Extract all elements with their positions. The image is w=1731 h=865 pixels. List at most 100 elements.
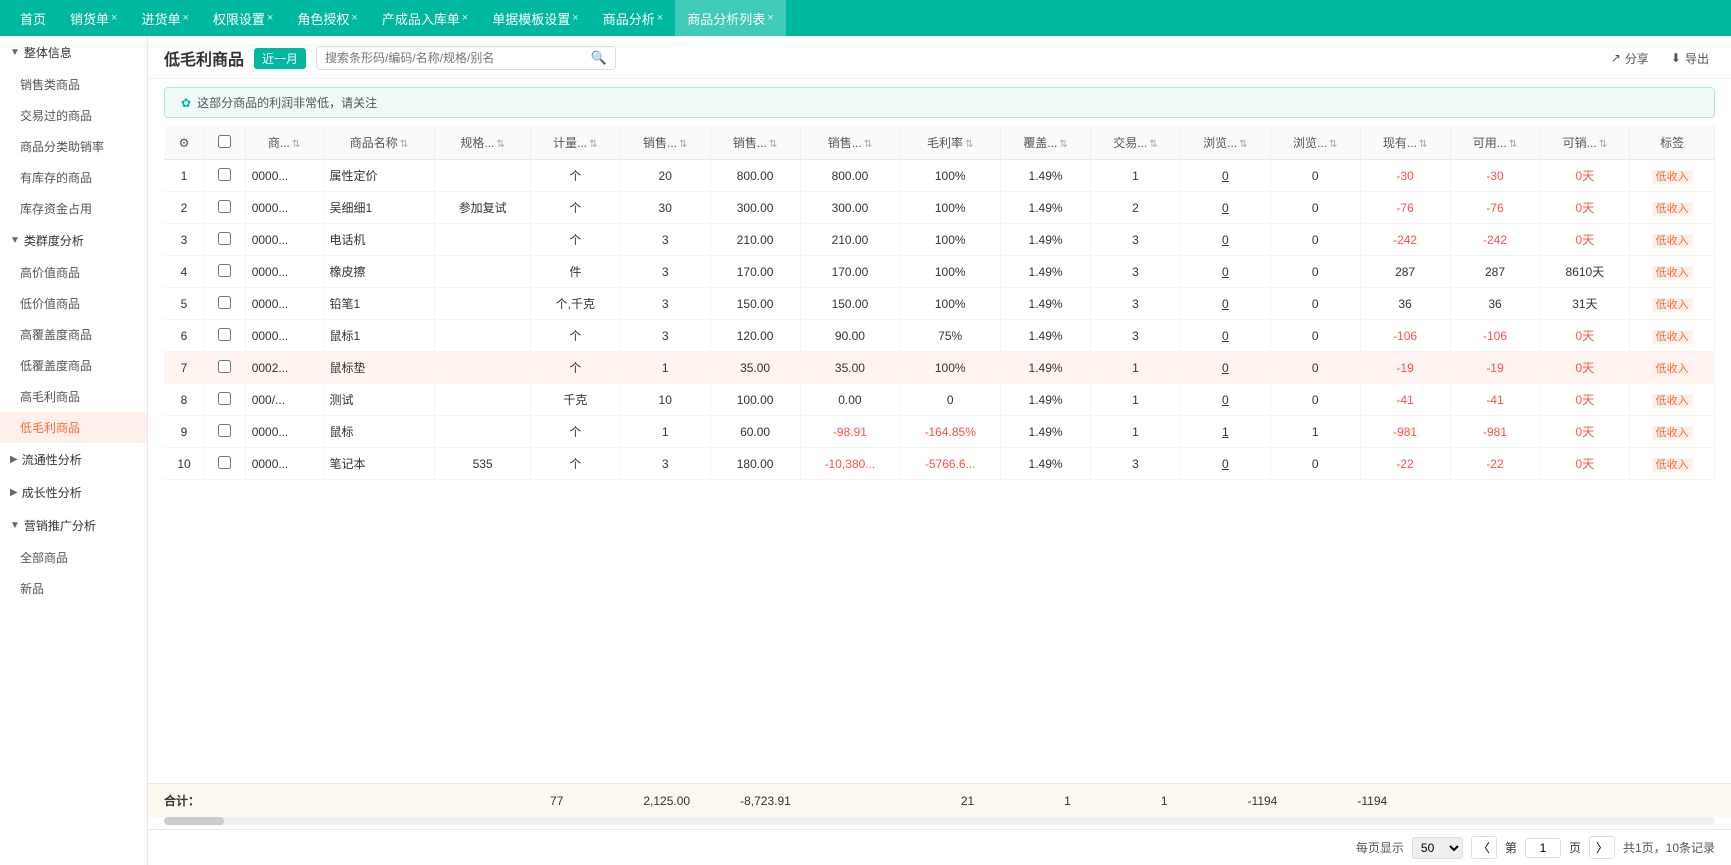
cell-checkbox[interactable] <box>204 320 245 352</box>
row-checkbox[interactable] <box>218 392 231 405</box>
sidebar-item-all-goods[interactable]: 全部商品 <box>0 542 147 573</box>
sort-icon-stock[interactable]: ⇅ <box>1419 139 1427 150</box>
nav-item-home[interactable]: 首页 <box>8 0 58 36</box>
nav-close-analysis-list[interactable]: × <box>767 12 773 24</box>
sidebar-item-stocked-goods[interactable]: 有库存的商品 <box>0 162 147 193</box>
row-checkbox[interactable] <box>218 200 231 213</box>
cell-name[interactable]: 属性定价 <box>323 160 435 192</box>
sort-icon-margin[interactable]: ⇅ <box>965 139 973 150</box>
sort-icon-coverage[interactable]: ⇅ <box>1059 139 1067 150</box>
sidebar-group-growth[interactable]: ▶ 成长性分析 <box>0 476 147 509</box>
sidebar-item-low-coverage[interactable]: 低覆盖度商品 <box>0 350 147 381</box>
cell-name[interactable]: 电话机 <box>323 224 435 256</box>
next-page-button[interactable]: 〉 <box>1589 836 1615 859</box>
scroll-thumb[interactable] <box>164 817 224 825</box>
sidebar-item-new-goods[interactable]: 新品 <box>0 573 147 604</box>
sidebar-group-marketing[interactable]: ▼ 营销推广分析 <box>0 509 147 542</box>
cell-view1[interactable]: 0 <box>1180 288 1270 320</box>
search-input[interactable] <box>325 51 591 65</box>
sidebar-group-overall[interactable]: ▼ 整体信息 <box>0 36 147 69</box>
sort-icon-tx[interactable]: ⇅ <box>1149 139 1157 150</box>
nav-close-roles[interactable]: × <box>351 12 357 24</box>
sort-icon-spec[interactable]: ⇅ <box>496 139 504 150</box>
nav-item-products[interactable]: 产成品入库单 × <box>370 0 480 36</box>
nav-item-sales[interactable]: 销货单 × <box>58 0 129 36</box>
row-checkbox[interactable] <box>218 168 231 181</box>
sidebar-item-category-rate[interactable]: 商品分类助销率 <box>0 131 147 162</box>
page-size-select[interactable]: 50 100 200 <box>1412 837 1463 859</box>
nav-close-sales[interactable]: × <box>111 12 117 24</box>
nav-item-templates[interactable]: 单据模板设置 × <box>480 0 590 36</box>
sort-icon-profit[interactable]: ⇅ <box>864 139 872 150</box>
cell-name[interactable]: 铅笔1 <box>323 288 435 320</box>
row-checkbox[interactable] <box>218 296 231 309</box>
nav-item-purchase[interactable]: 进货单 × <box>129 0 200 36</box>
sort-icon-amount[interactable]: ⇅ <box>769 139 777 150</box>
row-checkbox[interactable] <box>218 456 231 469</box>
nav-close-analysis[interactable]: × <box>657 12 663 24</box>
row-checkbox[interactable] <box>218 232 231 245</box>
sidebar-item-high-margin[interactable]: 高毛利商品 <box>0 381 147 412</box>
cell-view1[interactable]: 0 <box>1180 160 1270 192</box>
nav-close-templates[interactable]: × <box>572 12 578 24</box>
cell-checkbox[interactable] <box>204 160 245 192</box>
sort-icon-unit[interactable]: ⇅ <box>589 139 597 150</box>
sort-icon-code[interactable]: ⇅ <box>292 139 300 150</box>
sort-icon-qty[interactable]: ⇅ <box>679 139 687 150</box>
row-checkbox[interactable] <box>218 424 231 437</box>
cell-checkbox[interactable] <box>204 448 245 480</box>
page-number-input[interactable] <box>1525 838 1561 858</box>
cell-name[interactable]: 吴细细1 <box>323 192 435 224</box>
nav-item-analysis-list[interactable]: 商品分析列表 × <box>675 0 785 36</box>
cell-view1[interactable]: 0 <box>1180 320 1270 352</box>
nav-close-permissions[interactable]: × <box>267 12 273 24</box>
cell-checkbox[interactable] <box>204 352 245 384</box>
sidebar-item-high-coverage[interactable]: 高覆盖度商品 <box>0 319 147 350</box>
cell-checkbox[interactable] <box>204 416 245 448</box>
cell-name[interactable]: 鼠标 <box>323 416 435 448</box>
cell-name[interactable]: 笔记本 <box>323 448 435 480</box>
cell-view1[interactable]: 0 <box>1180 224 1270 256</box>
cell-view1[interactable]: 0 <box>1180 256 1270 288</box>
row-checkbox[interactable] <box>218 360 231 373</box>
cell-view1[interactable]: 0 <box>1180 384 1270 416</box>
cell-view1[interactable]: 0 <box>1180 192 1270 224</box>
cell-checkbox[interactable] <box>204 256 245 288</box>
select-all-checkbox[interactable] <box>218 135 231 148</box>
cell-name[interactable]: 测试 <box>323 384 435 416</box>
sort-icon-v1[interactable]: ⇅ <box>1239 139 1247 150</box>
prev-page-button[interactable]: 〈 <box>1471 836 1497 859</box>
sidebar-item-traded-goods[interactable]: 交易过的商品 <box>0 100 147 131</box>
search-icon[interactable]: 🔍 <box>591 50 607 66</box>
sort-icon-v2[interactable]: ⇅ <box>1329 139 1337 150</box>
row-checkbox[interactable] <box>218 328 231 341</box>
sidebar-item-high-value[interactable]: 高价值商品 <box>0 257 147 288</box>
sidebar-group-circulation[interactable]: ▶ 流通性分析 <box>0 443 147 476</box>
cell-checkbox[interactable] <box>204 192 245 224</box>
filter-tag-month[interactable]: 近一月 <box>254 48 306 69</box>
sort-icon-sell[interactable]: ⇅ <box>1599 139 1607 150</box>
share-button[interactable]: ↗ 分享 <box>1605 47 1655 70</box>
cell-checkbox[interactable] <box>204 384 245 416</box>
col-settings[interactable]: ⚙ <box>164 126 204 160</box>
cell-name[interactable]: 鼠标垫 <box>323 352 435 384</box>
cell-view1[interactable]: 0 <box>1180 448 1270 480</box>
nav-item-analysis[interactable]: 商品分析 × <box>591 0 675 36</box>
sidebar-item-low-margin[interactable]: 低毛利商品 <box>0 412 147 443</box>
nav-item-roles[interactable]: 角色授权 × <box>285 0 369 36</box>
cell-name[interactable]: 鼠标1 <box>323 320 435 352</box>
cell-checkbox[interactable] <box>204 224 245 256</box>
cell-view1[interactable]: 0 <box>1180 352 1270 384</box>
nav-item-permissions[interactable]: 权限设置 × <box>201 0 285 36</box>
sort-icon-avail[interactable]: ⇅ <box>1509 139 1517 150</box>
cell-name[interactable]: 橡皮擦 <box>323 256 435 288</box>
sidebar-item-sales-goods[interactable]: 销售类商品 <box>0 69 147 100</box>
cell-view1[interactable]: 1 <box>1180 416 1270 448</box>
sidebar-item-low-value[interactable]: 低价值商品 <box>0 288 147 319</box>
nav-close-purchase[interactable]: × <box>182 12 188 24</box>
cell-checkbox[interactable] <box>204 288 245 320</box>
row-checkbox[interactable] <box>218 264 231 277</box>
sidebar-item-inventory-funds[interactable]: 库存资金占用 <box>0 193 147 224</box>
nav-close-products[interactable]: × <box>462 12 468 24</box>
sidebar-group-cluster[interactable]: ▼ 类群度分析 <box>0 224 147 257</box>
